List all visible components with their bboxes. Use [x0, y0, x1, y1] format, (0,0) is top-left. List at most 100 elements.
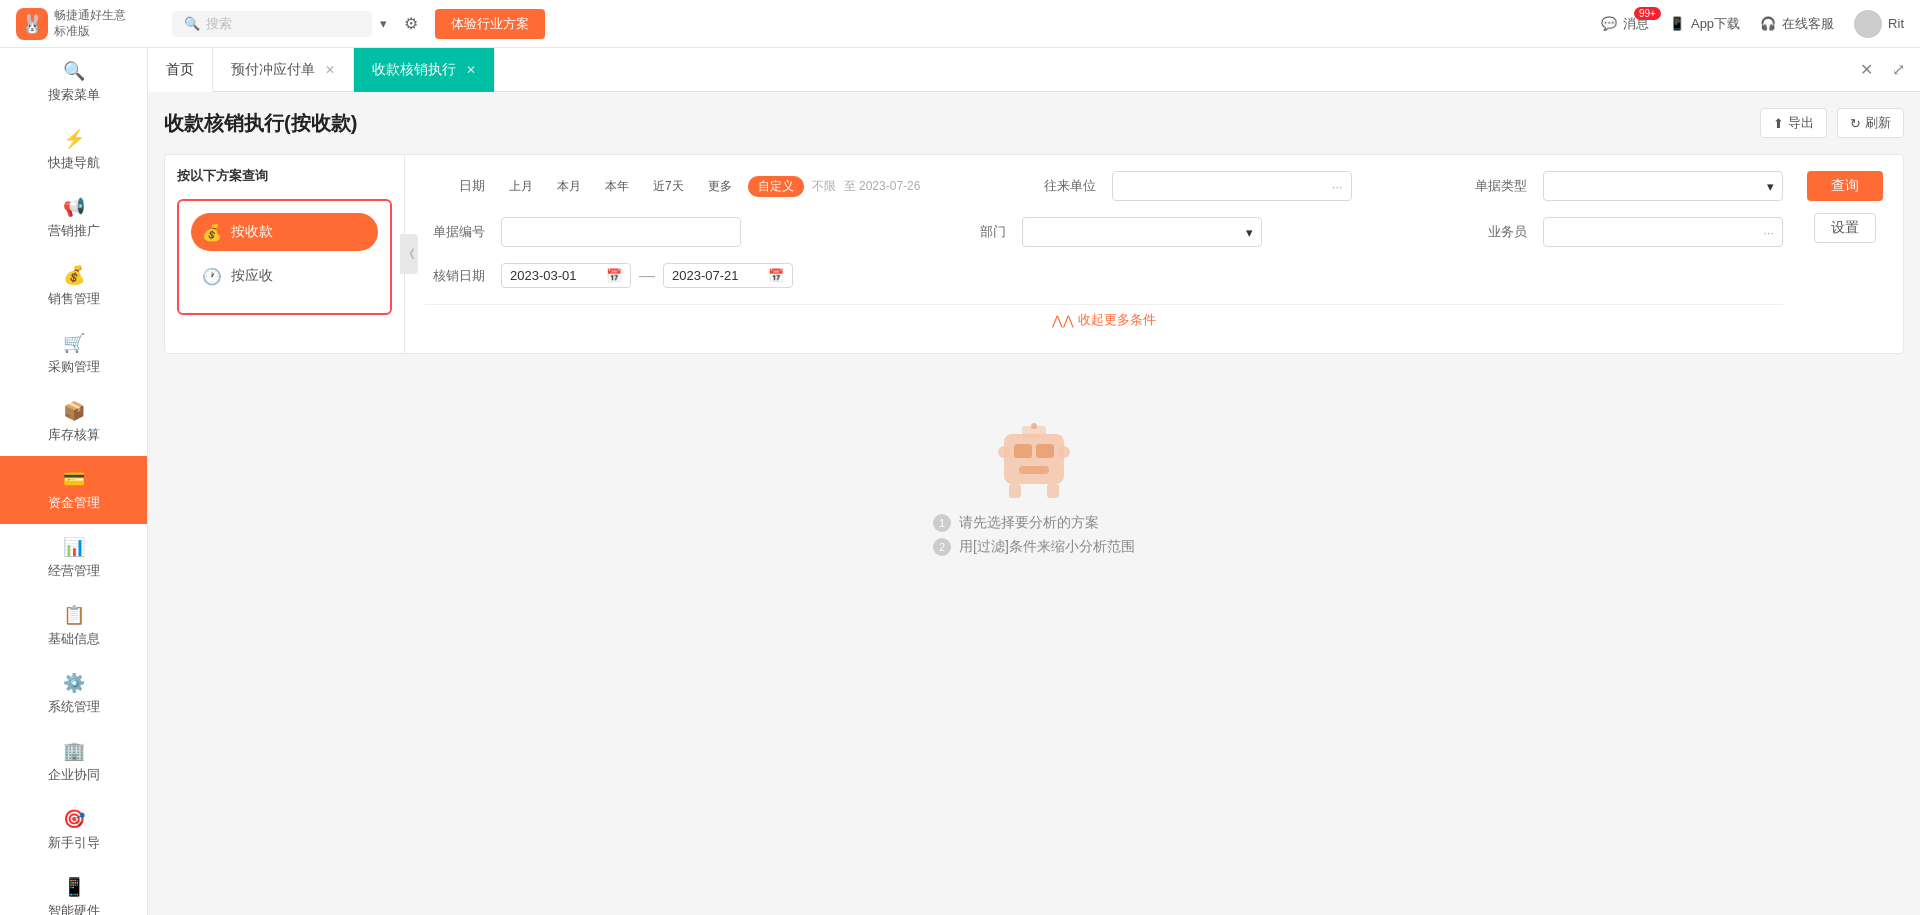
sidebar-item-operations[interactable]: 📊 经营管理	[0, 524, 147, 592]
sidebar-item-system[interactable]: ⚙️ 系统管理	[0, 660, 147, 728]
calendar-icon-end: 📅	[768, 268, 784, 283]
salesperson-select[interactable]	[1543, 217, 1783, 247]
quick-nav-icon: ⚡	[63, 128, 85, 150]
marketing-icon: 📢	[63, 196, 85, 218]
message-btn[interactable]: 💬 消息 99+	[1601, 15, 1649, 33]
download-icon: 📱	[1669, 16, 1685, 31]
voucher-no-input[interactable]	[501, 217, 741, 247]
message-icon: 💬	[1601, 16, 1617, 31]
filter-option-by-collect[interactable]: 💰 按收款	[191, 213, 378, 251]
counterpart-select[interactable]	[1112, 171, 1352, 201]
counterpart-label: 往来单位	[1026, 177, 1096, 195]
department-select[interactable]: ▾	[1022, 217, 1262, 247]
query-btn[interactable]: 查询	[1807, 171, 1883, 201]
purchase-icon: 🛒	[63, 332, 85, 354]
tab-close-prepay[interactable]: ✕	[325, 63, 335, 77]
gear-button[interactable]: ⚙	[395, 8, 427, 40]
tab-prepay[interactable]: 预付冲应付单 ✕	[213, 48, 354, 92]
page-content: 收款核销执行(按收款) ⬆ 导出 ↻ 刷新 按以下方案查询	[148, 92, 1920, 915]
salesperson-label: 业务员	[1457, 223, 1527, 241]
date-btn-more[interactable]: 更多	[700, 175, 740, 198]
service-icon: 🎧	[1760, 16, 1776, 31]
online-service-btn[interactable]: 🎧 在线客服	[1760, 15, 1834, 33]
date-btn-this-month[interactable]: 本月	[549, 175, 589, 198]
sidebar-item-search[interactable]: 🔍 搜索菜单	[0, 48, 147, 116]
tab-collect[interactable]: 收款核销执行 ✕	[354, 48, 495, 92]
filter-row-1: 日期 上月 本月 本年 近7天 更多 自定义 不限 至 2023-07-26	[425, 171, 1783, 201]
tab-bar-actions: ✕ ⤢	[1852, 56, 1920, 84]
verify-date-label: 核销日期	[425, 267, 485, 285]
date-to-text: 至 2023-07-26	[844, 178, 921, 195]
svg-rect-1	[1014, 444, 1032, 458]
collapse-more-btn[interactable]: ⋀⋀ 收起更多条件	[425, 304, 1783, 335]
svg-point-5	[1058, 446, 1070, 458]
verify-date-start-input[interactable]: 2023-03-01 📅	[501, 263, 631, 288]
top-bar-right: 💬 消息 99+ 📱 App下载 🎧 在线客服 Rit	[1601, 10, 1904, 38]
top-search-bar[interactable]: 🔍 搜索	[172, 11, 372, 37]
sales-icon: 💰	[63, 264, 85, 286]
filter-collapse-btn[interactable]: 《	[400, 234, 418, 274]
page-header: 收款核销执行(按收款) ⬆ 导出 ↻ 刷新	[164, 108, 1904, 138]
verify-date-range: 2023-03-01 📅 — 2023-07-21 📅	[501, 263, 793, 288]
voucher-type-select[interactable]: ▾	[1543, 171, 1783, 201]
app-download-btn[interactable]: 📱 App下载	[1669, 15, 1740, 33]
refresh-btn[interactable]: ↻ 刷新	[1837, 108, 1904, 138]
date-no-limit: 不限	[812, 178, 836, 195]
filter-row-2: 单据编号 部门 ▾ 业务员	[425, 217, 1783, 247]
export-btn[interactable]: ⬆ 导出	[1760, 108, 1827, 138]
page-header-actions: ⬆ 导出 ↻ 刷新	[1760, 108, 1904, 138]
query-actions: 查询 设置	[1795, 171, 1883, 243]
content-area: 首页 预付冲应付单 ✕ 收款核销执行 ✕ ✕ ⤢ 收款核销执行(按收款)	[148, 48, 1920, 915]
sidebar-item-finance[interactable]: 💳 资金管理	[0, 456, 147, 524]
chevron-up-icon: ⋀⋀	[1052, 313, 1074, 328]
voucher-type-label: 单据类型	[1457, 177, 1527, 195]
svg-point-4	[998, 446, 1010, 458]
industry-btn[interactable]: 体验行业方案	[435, 9, 545, 39]
tip-num-2: 2	[933, 538, 951, 556]
logo-icon: 🐰	[16, 8, 48, 40]
filter-panel: 按以下方案查询 💰 按收款 🕐 按应收 《	[164, 154, 1904, 354]
filter-left-title: 按以下方案查询	[177, 167, 392, 185]
setting-btn[interactable]: 设置	[1814, 213, 1876, 243]
sidebar-item-basic-info[interactable]: 📋 基础信息	[0, 592, 147, 660]
tab-home[interactable]: 首页	[148, 48, 213, 92]
app-logo: 🐰 畅捷通好生意 标准版	[16, 8, 164, 40]
sidebar-item-inventory[interactable]: 📦 库存核算	[0, 388, 147, 456]
filter-left-panel: 按以下方案查询 💰 按收款 🕐 按应收 《	[165, 155, 405, 353]
tab-close-all-btn[interactable]: ✕	[1852, 56, 1880, 84]
date-btn-this-year[interactable]: 本年	[597, 175, 637, 198]
counterpart-select-dots	[1332, 179, 1343, 194]
svg-rect-8	[1009, 484, 1021, 498]
main-layout: 🔍 搜索菜单 ⚡ 快捷导航 📢 营销推广 💰 销售管理 🛒 采购管理 📦 库存核…	[0, 48, 1920, 915]
verify-date-end-input[interactable]: 2023-07-21 📅	[663, 263, 793, 288]
salesperson-dots	[1763, 225, 1774, 240]
tab-close-collect[interactable]: ✕	[466, 63, 476, 77]
sidebar-item-hardware[interactable]: 📱 智能硬件	[0, 864, 147, 915]
sidebar-item-quick-nav[interactable]: ⚡ 快捷导航	[0, 116, 147, 184]
svg-rect-9	[1047, 484, 1059, 498]
date-btn-custom[interactable]: 自定义	[748, 176, 804, 197]
svg-rect-3	[1019, 466, 1049, 474]
filter-fields: 日期 上月 本月 本年 近7天 更多 自定义 不限 至 2023-07-26	[425, 171, 1783, 335]
chevron-down-icon: ▾	[1767, 179, 1774, 194]
tab-expand-btn[interactable]: ⤢	[1884, 56, 1912, 84]
user-profile[interactable]: Rit	[1854, 10, 1904, 38]
voucher-no-label: 单据编号	[425, 223, 485, 241]
system-icon: ⚙️	[63, 672, 85, 694]
sidebar-item-enterprise[interactable]: 🏢 企业协同	[0, 728, 147, 796]
date-btn-7days[interactable]: 近7天	[645, 175, 692, 198]
top-bar-left: 🐰 畅捷通好生意 标准版 🔍 搜索 ⚙ 体验行业方案	[16, 8, 1601, 40]
date-btn-last-month[interactable]: 上月	[501, 175, 541, 198]
sidebar: 🔍 搜索菜单 ⚡ 快捷导航 📢 营销推广 💰 销售管理 🛒 采购管理 📦 库存核…	[0, 48, 148, 915]
filter-options-border: 💰 按收款 🕐 按应收	[177, 199, 392, 315]
search-icon: 🔍	[184, 16, 200, 31]
filter-date-buttons: 上月 本月 本年 近7天 更多 自定义 不限 至 2023-07-26	[501, 175, 920, 198]
sidebar-item-sales[interactable]: 💰 销售管理	[0, 252, 147, 320]
sidebar-item-marketing[interactable]: 📢 营销推广	[0, 184, 147, 252]
dropdown-button[interactable]	[380, 16, 387, 31]
sidebar-item-guide[interactable]: 🎯 新手引导	[0, 796, 147, 864]
sidebar-item-purchase[interactable]: 🛒 采购管理	[0, 320, 147, 388]
avatar	[1854, 10, 1882, 38]
filter-option-by-receivable[interactable]: 🕐 按应收	[191, 257, 378, 295]
page-title: 收款核销执行(按收款)	[164, 110, 357, 137]
